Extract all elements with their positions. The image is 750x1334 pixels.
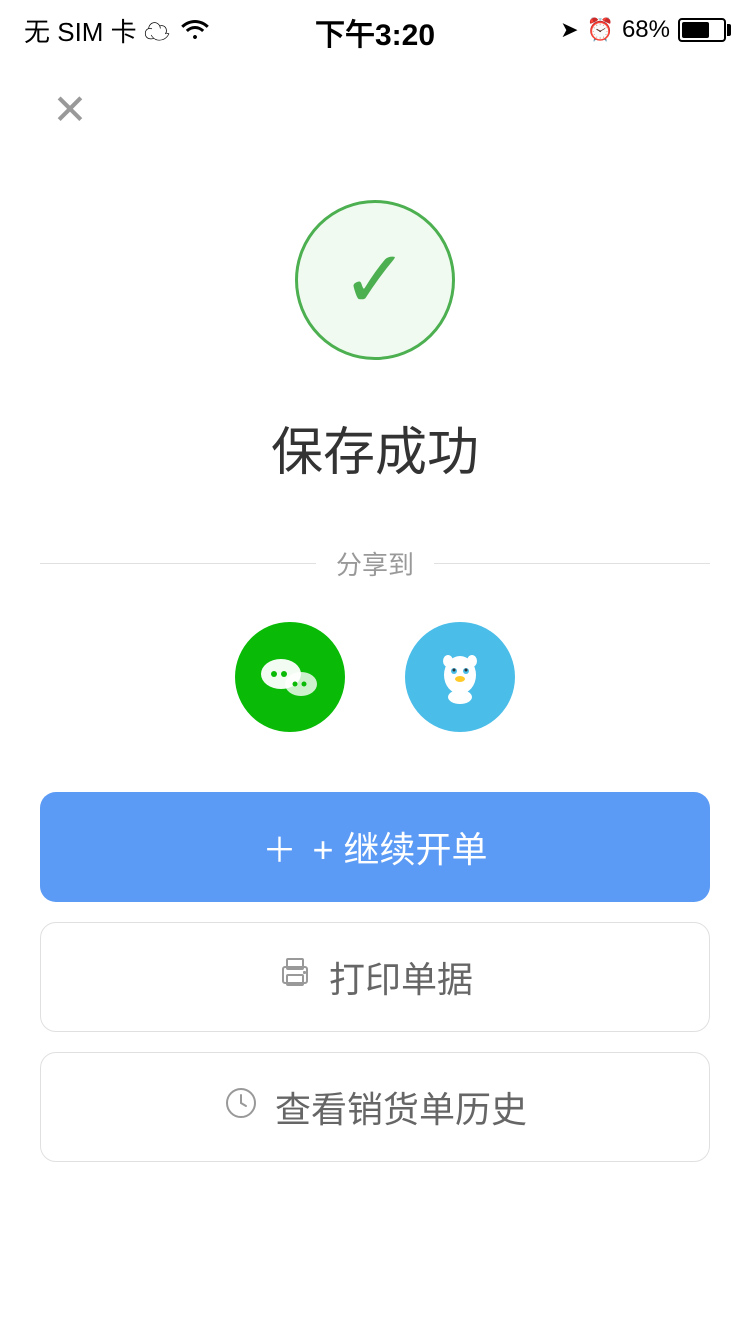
continue-label: + 继续开单 <box>312 821 487 873</box>
wechat-icon <box>255 642 325 712</box>
checkmark-icon: ✓ <box>341 240 408 320</box>
printer-icon <box>277 955 313 1000</box>
print-button[interactable]: 打印单据 <box>40 922 710 1032</box>
divider-right <box>434 563 710 564</box>
wifi-icon <box>180 15 210 46</box>
close-button-container: ✕ <box>40 80 710 140</box>
print-label: 打印单据 <box>329 951 473 1003</box>
main-content: ✕ ✓ 保存成功 分享到 <box>0 60 750 1182</box>
close-icon: ✕ <box>52 89 87 131</box>
close-button[interactable]: ✕ <box>40 80 100 140</box>
action-buttons: ＋ + 继续开单 打印单据 查看销货单历 <box>40 792 710 1162</box>
wechat-share-button[interactable] <box>235 622 345 732</box>
history-icon <box>223 1085 259 1130</box>
success-circle: ✓ <box>295 200 455 360</box>
status-bar: 无 SIM 卡 ☁ 下午3:20 ➤ ⏰ 68% <box>0 0 750 60</box>
history-label: 查看销货单历史 <box>275 1081 527 1133</box>
status-time: 下午3:20 <box>315 10 435 54</box>
qq-icon <box>428 645 493 710</box>
continue-button[interactable]: ＋ + 继续开单 <box>40 792 710 902</box>
battery-text: 68% <box>622 16 670 44</box>
share-label: 分享到 <box>336 545 414 582</box>
battery-icon <box>678 18 726 42</box>
history-button[interactable]: 查看销货单历史 <box>40 1052 710 1162</box>
no-sim-text: 无 SIM 卡 ☁ <box>24 12 170 49</box>
qq-share-button[interactable] <box>405 622 515 732</box>
divider-left <box>40 563 316 564</box>
location-icon: ➤ <box>560 17 578 43</box>
plus-icon: ＋ <box>262 823 296 872</box>
success-text: 保存成功 <box>271 410 479 485</box>
alarm-icon: ⏰ <box>587 17 614 43</box>
share-divider: 分享到 <box>40 545 710 582</box>
status-left: 无 SIM 卡 ☁ <box>24 12 210 49</box>
share-section: 分享到 <box>40 545 710 732</box>
share-icons <box>40 622 710 732</box>
status-right: ➤ ⏰ 68% <box>560 16 726 44</box>
